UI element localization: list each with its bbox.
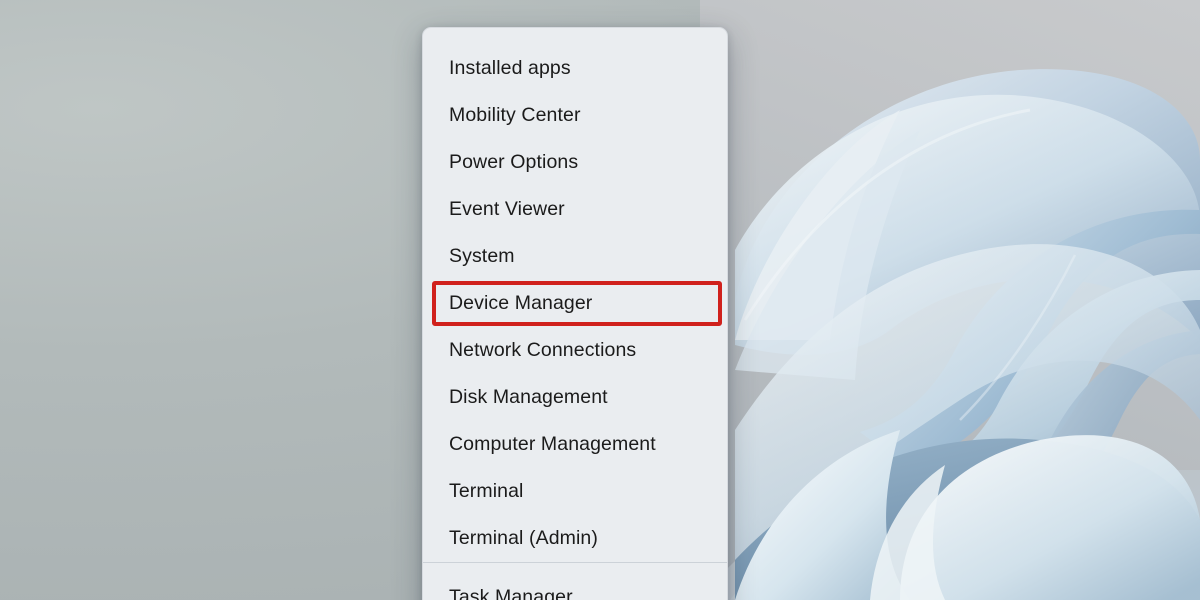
menu-separator: [423, 562, 727, 563]
menu-item-label: Computer Management: [449, 433, 656, 456]
menu-item-network-connections[interactable]: Network Connections: [423, 327, 727, 374]
power-user-menu[interactable]: Installed apps Mobility Center Power Opt…: [422, 27, 728, 600]
menu-item-installed-apps[interactable]: Installed apps: [423, 45, 727, 92]
menu-item-label: Power Options: [449, 151, 578, 174]
menu-item-label: Terminal: [449, 480, 524, 503]
menu-item-label: Task Manager: [449, 586, 573, 600]
menu-item-label: Terminal (Admin): [449, 527, 598, 550]
menu-item-label: Device Manager: [449, 292, 592, 315]
menu-item-label: Installed apps: [449, 57, 571, 80]
menu-item-terminal-admin[interactable]: Terminal (Admin): [423, 515, 727, 562]
desktop-screen: Installed apps Mobility Center Power Opt…: [0, 0, 1200, 600]
menu-item-power-options[interactable]: Power Options: [423, 139, 727, 186]
menu-item-label: Network Connections: [449, 339, 636, 362]
menu-item-system[interactable]: System: [423, 233, 727, 280]
menu-item-label: System: [449, 245, 515, 268]
menu-item-task-manager[interactable]: Task Manager: [423, 574, 727, 600]
menu-item-device-manager[interactable]: Device Manager: [423, 280, 727, 327]
menu-item-label: Disk Management: [449, 386, 608, 409]
menu-item-mobility-center[interactable]: Mobility Center: [423, 92, 727, 139]
menu-item-event-viewer[interactable]: Event Viewer: [423, 186, 727, 233]
menu-item-computer-management[interactable]: Computer Management: [423, 421, 727, 468]
menu-item-disk-management[interactable]: Disk Management: [423, 374, 727, 421]
menu-item-terminal[interactable]: Terminal: [423, 468, 727, 515]
menu-item-list: Installed apps Mobility Center Power Opt…: [423, 28, 727, 600]
menu-item-label: Event Viewer: [449, 198, 565, 221]
menu-item-label: Mobility Center: [449, 104, 581, 127]
